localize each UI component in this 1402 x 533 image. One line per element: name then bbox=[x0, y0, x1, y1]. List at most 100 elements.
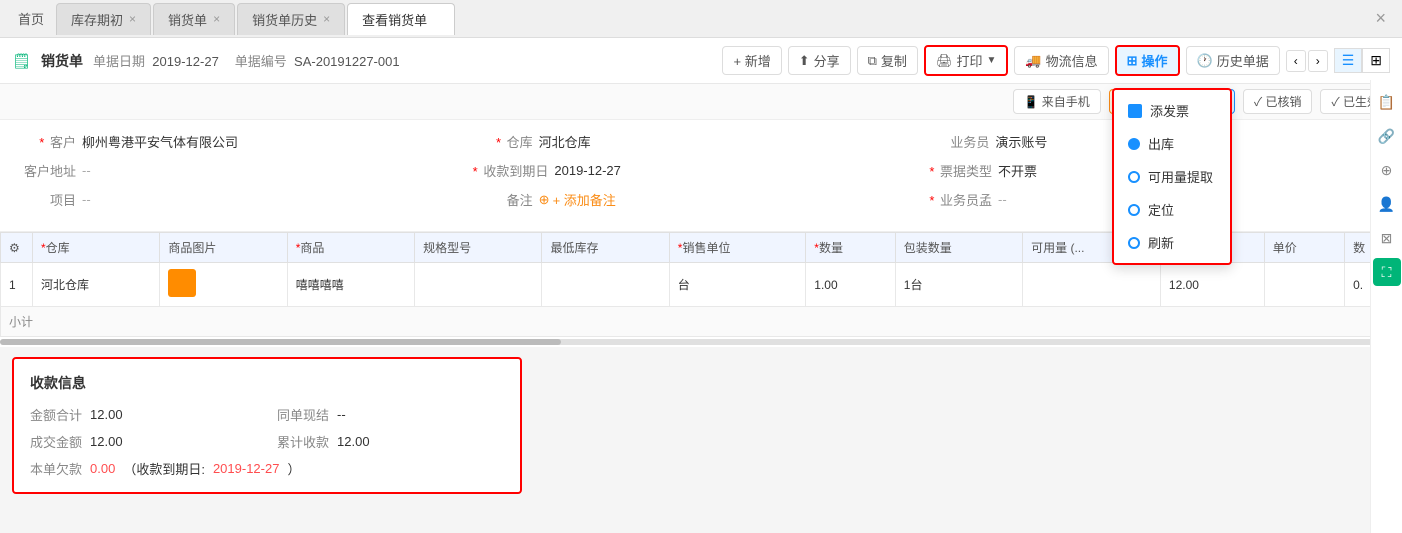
row-spec bbox=[415, 263, 542, 307]
tab-inventory[interactable]: 库存期初 × bbox=[56, 3, 151, 35]
meta-date-value: 2019-12-27 bbox=[152, 54, 219, 69]
tab-sales[interactable]: 销货单 × bbox=[153, 3, 235, 35]
row-min-stock bbox=[542, 263, 669, 307]
next-button[interactable]: › bbox=[1308, 50, 1328, 72]
window-close-button[interactable]: × bbox=[1367, 8, 1394, 29]
tab-home[interactable]: 首页 bbox=[8, 3, 54, 34]
tab-view-sales-close[interactable]: × bbox=[433, 12, 440, 26]
main-toolbar: 🗒 销货单 单据日期 2019-12-27 单据编号 SA-20191227-0… bbox=[0, 38, 1402, 84]
available-qty-icon bbox=[1128, 171, 1140, 183]
row-stock: 12.00 bbox=[1160, 263, 1264, 307]
col-settings[interactable]: ⚙ bbox=[1, 233, 33, 263]
phone-icon: 📱 bbox=[1024, 95, 1039, 109]
cumulative-label: 累计收款 bbox=[277, 432, 329, 451]
payment-grid: 金额合计 12.00 同单现结 -- 成交金额 12.00 累计收款 12.00… bbox=[30, 405, 504, 478]
ticket-type-value: 不开票 bbox=[998, 161, 1037, 180]
warehouse-field: * 仓库 河北仓库 bbox=[473, 132, 930, 151]
dropdown-add-invoice[interactable]: 添发票 bbox=[1114, 94, 1230, 127]
staff2-label: * 业务员孟 bbox=[929, 190, 992, 209]
meta-date-label: 单据日期 2019-12-27 bbox=[93, 51, 219, 70]
trade-amount-value: 12.00 bbox=[90, 434, 123, 449]
same-order-row: 同单现结 -- bbox=[277, 405, 504, 424]
view-list-button[interactable]: ☰ bbox=[1334, 48, 1363, 73]
sidebar-icon-user[interactable]: 👤 bbox=[1373, 190, 1401, 218]
address-value: -- bbox=[82, 163, 91, 178]
payment-section: 收款信息 金额合计 12.00 同单现结 -- 成交金额 12.00 累计收款 … bbox=[12, 357, 522, 494]
view-toggle: ☰ ⊞ bbox=[1334, 48, 1390, 73]
col-warehouse: *仓库 bbox=[33, 233, 160, 263]
share-button[interactable]: ⬆ 分享 bbox=[788, 46, 851, 75]
refresh-icon bbox=[1128, 237, 1140, 249]
print-button[interactable]: 🖨 打印 ▼ bbox=[924, 45, 1008, 76]
dropdown-outbound[interactable]: 出库 bbox=[1114, 127, 1230, 160]
dropdown-refresh[interactable]: 刷新 bbox=[1114, 226, 1230, 259]
owed-row: 本单欠款 0.00 （收款到期日: 2019-12-27 ） bbox=[30, 459, 504, 478]
due-date-label: * 收款到期日 bbox=[473, 161, 549, 180]
sidebar-icon-grid[interactable]: ⊠ bbox=[1373, 224, 1401, 252]
copy-icon: ⧉ bbox=[868, 53, 877, 69]
operations-dropdown: 添发票 出库 可用量提取 定位 刷新 bbox=[1112, 88, 1232, 265]
tab-sales-close[interactable]: × bbox=[213, 12, 220, 26]
operations-button[interactable]: ⊞ 操作 bbox=[1115, 45, 1180, 76]
row-unit: 台 bbox=[669, 263, 806, 307]
history-button[interactable]: 🕐 历史单据 bbox=[1186, 46, 1280, 75]
view-grid-button[interactable]: ⊞ bbox=[1362, 48, 1390, 73]
tab-view-sales-label: 查看销货单 bbox=[362, 10, 427, 29]
sidebar-icon-add[interactable]: ⊕ bbox=[1373, 156, 1401, 184]
cumulative-value: 12.00 bbox=[337, 434, 370, 449]
trade-amount-row: 成交金额 12.00 bbox=[30, 432, 257, 451]
copy-button[interactable]: ⧉ 复制 bbox=[857, 46, 918, 75]
scrollbar-thumb bbox=[0, 339, 561, 345]
subtotal-label: 小计 bbox=[1, 307, 1402, 337]
same-order-value: -- bbox=[337, 407, 346, 422]
project-value: -- bbox=[82, 192, 91, 207]
customer-value: 柳州粤港平安气体有限公司 bbox=[82, 132, 238, 151]
new-button[interactable]: + 新增 bbox=[722, 46, 781, 75]
logistics-button[interactable]: 🚚 物流信息 bbox=[1014, 46, 1108, 75]
amount-total-row: 金额合计 12.00 bbox=[30, 405, 257, 424]
available-qty-label: 可用量提取 bbox=[1148, 167, 1213, 186]
cancelled-button[interactable]: ✓ 已核销 bbox=[1243, 89, 1313, 114]
nav-arrows: ‹ › bbox=[1286, 50, 1328, 72]
doc-meta: 单据日期 2019-12-27 单据编号 SA-20191227-001 bbox=[93, 51, 400, 70]
tab-sales-history[interactable]: 销货单历史 × bbox=[237, 3, 345, 35]
add-invoice-icon bbox=[1128, 104, 1142, 118]
meta-no-value: SA-20191227-001 bbox=[294, 54, 400, 69]
add-note-button[interactable]: ⊕ + 添加备注 bbox=[539, 190, 616, 209]
dropdown-available-qty[interactable]: 可用量提取 bbox=[1114, 160, 1230, 193]
address-field: 客户地址 -- bbox=[16, 161, 473, 180]
customer-label: * 客户 bbox=[16, 132, 76, 151]
owed-close: ） bbox=[287, 459, 300, 478]
row-warehouse: 河北仓库 bbox=[33, 263, 160, 307]
col-pack-qty: 包装数量 bbox=[895, 233, 1022, 263]
project-field: 项目 -- bbox=[16, 190, 473, 209]
note-field: 备注 ⊕ + 添加备注 bbox=[473, 190, 930, 209]
tab-view-sales[interactable]: 查看销货单 × bbox=[347, 3, 455, 35]
row-qty: 1.00 bbox=[806, 263, 895, 307]
dropdown-locate[interactable]: 定位 bbox=[1114, 193, 1230, 226]
tab-sales-history-close[interactable]: × bbox=[323, 12, 330, 26]
right-sidebar: 📋 🔗 ⊕ 👤 ⊠ ⛶ bbox=[1370, 80, 1402, 533]
trade-amount-label: 成交金额 bbox=[30, 432, 82, 451]
prev-button[interactable]: ‹ bbox=[1286, 50, 1306, 72]
warehouse-label: * 仓库 bbox=[473, 132, 533, 151]
sidebar-icon-expand[interactable]: ⛶ bbox=[1373, 258, 1401, 286]
sidebar-icon-doc[interactable]: 📋 bbox=[1373, 88, 1401, 116]
logistics-icon: 🚚 bbox=[1025, 53, 1041, 69]
doc-title: 销货单 bbox=[41, 51, 83, 71]
toolbar-left: 🗒 销货单 单据日期 2019-12-27 单据编号 SA-20191227-0… bbox=[12, 51, 714, 71]
outbound-icon bbox=[1128, 138, 1140, 150]
tab-sales-history-label: 销货单历史 bbox=[252, 10, 317, 29]
locate-label: 定位 bbox=[1148, 200, 1174, 219]
horizontal-scrollbar[interactable] bbox=[0, 339, 1402, 345]
refresh-label: 刷新 bbox=[1148, 233, 1174, 252]
row-pack-qty: 1台 bbox=[895, 263, 1022, 307]
col-product-img: 商品图片 bbox=[160, 233, 287, 263]
row-product-img bbox=[160, 263, 287, 307]
staff-label: 业务员 bbox=[929, 132, 989, 151]
note-label: 备注 bbox=[473, 190, 533, 209]
tab-inventory-close[interactable]: × bbox=[129, 12, 136, 26]
table-row: 1 河北仓库 嘻嘻嘻嘻 台 1.00 1台 12.00 0. bbox=[1, 263, 1402, 307]
from-phone-button[interactable]: 📱 来自手机 bbox=[1013, 89, 1101, 114]
sidebar-icon-link[interactable]: 🔗 bbox=[1373, 122, 1401, 150]
